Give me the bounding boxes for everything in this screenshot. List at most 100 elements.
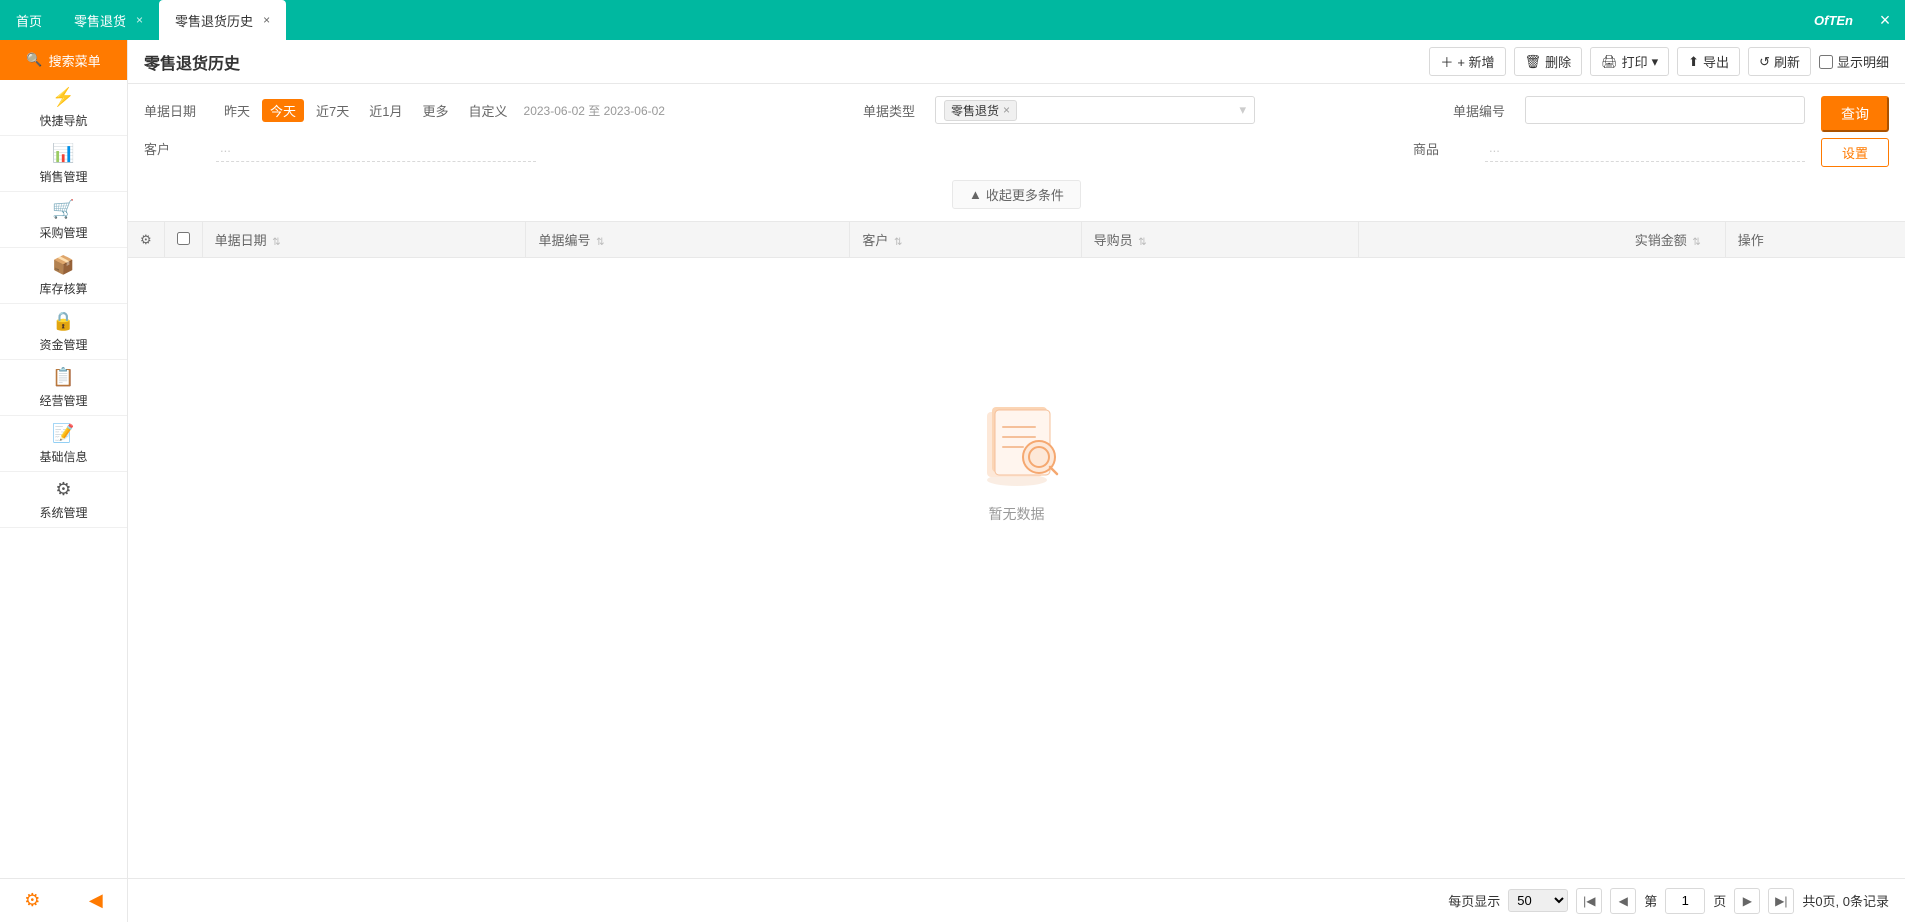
print-button[interactable]: 🖨 打印 ▾ <box>1590 47 1669 76</box>
sidebar-item-basic-info[interactable]: 📝 基础信息 <box>0 416 127 472</box>
date-options: 昨天 今天 近7天 近1月 更多 自定义 2023-06-02 至 2023-0… <box>216 99 665 122</box>
th-customer-label: 客户 <box>862 233 888 248</box>
show-detail-label: 显示明细 <box>1837 52 1889 71</box>
delete-button-label: 删除 <box>1545 52 1571 71</box>
next-page-button[interactable]: ▶ <box>1734 888 1760 914</box>
empty-state: 暂无数据 <box>128 258 1905 658</box>
setting-button[interactable]: 设置 <box>1821 138 1889 167</box>
page-number-input[interactable] <box>1665 888 1705 914</box>
th-checkbox[interactable] <box>164 222 202 258</box>
table-header-row: ⚙ 单据日期 ⇅ 单据编号 ⇅ <box>128 222 1905 258</box>
brand-logo: OfTEn <box>1814 13 1853 28</box>
th-customer[interactable]: 客户 ⇅ <box>850 222 1081 258</box>
date-option-today[interactable]: 今天 <box>262 99 304 122</box>
last-page-button[interactable]: ▶| <box>1768 888 1794 914</box>
finance-icon: 🔒 <box>52 311 74 332</box>
query-button[interactable]: 查询 <box>1821 96 1889 132</box>
sidebar-item-system[interactable]: ⚙ 系统管理 <box>0 472 127 528</box>
tab-retail-return-close[interactable]: × <box>136 13 143 27</box>
th-date[interactable]: 单据日期 ⇅ <box>202 222 526 258</box>
collapse-filter-button[interactable]: ▲ 收起更多条件 <box>952 180 1081 209</box>
first-page-button[interactable]: |◀ <box>1576 888 1602 914</box>
sidebar-item-sales-mgmt[interactable]: 📊 销售管理 <box>0 136 127 192</box>
export-button-label: 导出 <box>1703 52 1729 71</box>
voucher-sort-icon: ⇅ <box>596 237 604 248</box>
refresh-button-label: 刷新 <box>1774 52 1800 71</box>
date-range-display: 2023-06-02 至 2023-06-02 <box>524 102 665 119</box>
goods-input[interactable]: ... <box>1485 134 1805 162</box>
th-guide[interactable]: 导购员 ⇅ <box>1081 222 1359 258</box>
collapse-sidebar-icon[interactable]: ◀ <box>89 890 103 911</box>
tab-retail-return-history[interactable]: 零售退货历史 × <box>159 0 286 40</box>
sidebar-item-finance[interactable]: 🔒 资金管理 <box>0 304 127 360</box>
th-voucher[interactable]: 单据编号 ⇅ <box>526 222 850 258</box>
filter-row-2: 客户 ... 商品 ... <box>144 134 1805 162</box>
content-area: 零售退货历史 ＋ + 新增 🗑 删除 🖨 打印 ▾ ⬆ 导出 <box>128 40 1905 922</box>
sidebar-item-purchase-mgmt[interactable]: 🛒 采购管理 <box>0 192 127 248</box>
type-label: 单据类型 <box>863 101 919 120</box>
th-guide-label: 导购员 <box>1094 233 1133 248</box>
date-option-more[interactable]: 更多 <box>415 99 457 122</box>
tab-home[interactable]: 首页 <box>0 0 58 40</box>
new-button-label: + 新增 <box>1457 52 1494 71</box>
customer-input[interactable]: ... <box>216 134 536 162</box>
new-button[interactable]: ＋ + 新增 <box>1429 47 1505 76</box>
print-icon: 🖨 <box>1601 54 1618 70</box>
tab-retail-return[interactable]: 零售退货 × <box>58 0 159 40</box>
purchase-icon: 🛒 <box>52 199 74 220</box>
th-action-label: 操作 <box>1738 233 1764 248</box>
main-layout: 🔍 搜索菜单 ⚡ 快捷导航 📊 销售管理 🛒 采购管理 📦 库存核算 🔒 资金管… <box>0 40 1905 922</box>
date-option-custom[interactable]: 自定义 <box>461 99 516 122</box>
quick-nav-icon: ⚡ <box>52 87 74 108</box>
prev-page-button[interactable]: ◀ <box>1610 888 1636 914</box>
date-option-yesterday[interactable]: 昨天 <box>216 99 258 122</box>
th-amount[interactable]: 实销金额 ⇅ <box>1359 222 1726 258</box>
sidebar-item-quick-nav[interactable]: ⚡ 快捷导航 <box>0 80 127 136</box>
sidebar-item-inventory[interactable]: 📦 库存核算 <box>0 248 127 304</box>
type-tag: 零售退货 × <box>944 100 1017 121</box>
page-label-prefix: 第 <box>1644 891 1657 910</box>
settings-icon[interactable]: ⚙ <box>140 232 152 247</box>
sidebar-item-sales-label: 销售管理 <box>39 168 87 185</box>
tab-home-label: 首页 <box>16 11 42 30</box>
th-settings[interactable]: ⚙ <box>128 222 164 258</box>
sidebar-search[interactable]: 🔍 搜索菜单 <box>0 40 127 80</box>
print-button-label: 打印 <box>1622 52 1648 71</box>
type-select[interactable]: 零售退货 × ▾ <box>935 96 1255 124</box>
show-detail-checkbox[interactable] <box>1819 55 1833 69</box>
sidebar-item-basic-info-label: 基础信息 <box>39 448 87 465</box>
type-tag-remove[interactable]: × <box>1003 103 1010 117</box>
operations-icon: 📋 <box>52 367 74 388</box>
customer-label: 客户 <box>144 139 200 158</box>
refresh-button[interactable]: ↺ 刷新 <box>1748 47 1811 76</box>
filter-actions: 查询 设置 <box>1821 96 1889 167</box>
sidebar-item-operations[interactable]: 📋 经营管理 <box>0 360 127 416</box>
sales-icon: 📊 <box>52 143 74 164</box>
th-amount-label: 实销金额 <box>1635 233 1687 248</box>
settings-bottom-icon[interactable]: ⚙ <box>24 890 40 911</box>
system-icon: ⚙ <box>55 479 71 500</box>
window-close-button[interactable]: × <box>1865 0 1905 40</box>
select-all-checkbox[interactable] <box>177 232 190 245</box>
page-size-label: 每页显示 <box>1448 891 1500 910</box>
filter-bar: 单据日期 昨天 今天 近7天 近1月 更多 自定义 2023-06-02 至 2… <box>128 84 1905 222</box>
tab-retail-return-history-label: 零售退货历史 <box>175 11 253 30</box>
pagination-bar: 每页显示 20 50 100 |◀ ◀ 第 页 ▶ ▶| 共0页, 0条记录 <box>128 878 1905 922</box>
delete-button[interactable]: 🗑 删除 <box>1514 47 1583 76</box>
page-size-select[interactable]: 20 50 100 <box>1508 889 1568 912</box>
sidebar-item-purchase-label: 采购管理 <box>39 224 87 241</box>
show-detail-checkbox-label[interactable]: 显示明细 <box>1819 52 1889 71</box>
collapse-label: 收起更多条件 <box>986 185 1064 204</box>
date-option-7days[interactable]: 近7天 <box>308 99 357 122</box>
customer-placeholder: ... <box>220 140 231 155</box>
tab-retail-return-history-close[interactable]: × <box>263 13 270 27</box>
date-option-1month[interactable]: 近1月 <box>361 99 410 122</box>
refresh-icon: ↺ <box>1759 54 1770 70</box>
voucher-input[interactable] <box>1525 96 1805 124</box>
filter-row-1: 单据日期 昨天 今天 近7天 近1月 更多 自定义 2023-06-02 至 2… <box>144 96 1805 124</box>
print-arrow-icon: ▾ <box>1652 54 1659 70</box>
page-header: 零售退货历史 ＋ + 新增 🗑 删除 🖨 打印 ▾ ⬆ 导出 <box>128 40 1905 84</box>
sidebar-item-system-label: 系统管理 <box>39 504 87 521</box>
export-button[interactable]: ⬆ 导出 <box>1677 47 1740 76</box>
voucher-label: 单据编号 <box>1453 101 1509 120</box>
